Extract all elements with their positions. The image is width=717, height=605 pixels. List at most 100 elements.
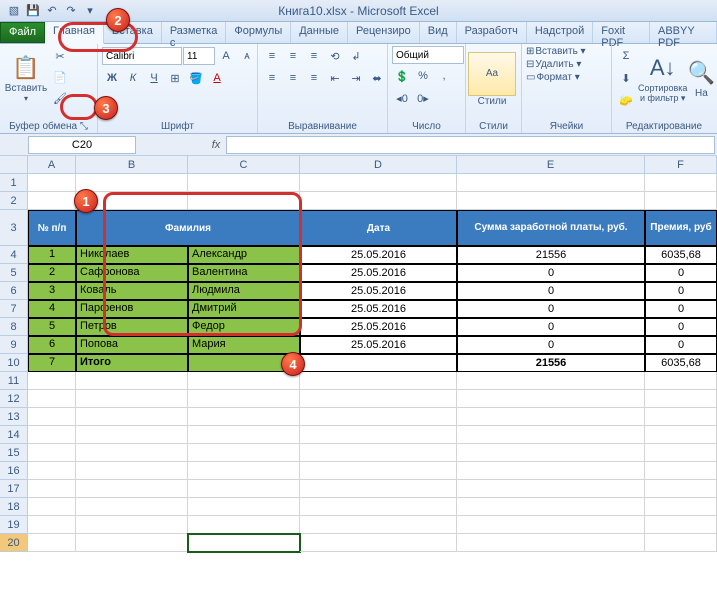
decrease-decimal-button[interactable]: 0▸ xyxy=(413,88,433,108)
cell-blank[interactable] xyxy=(300,534,457,552)
cell-blank[interactable] xyxy=(457,372,645,390)
cell-blank[interactable] xyxy=(188,426,300,444)
find-button[interactable]: 🔍На xyxy=(689,46,713,112)
total-sum[interactable]: 21556 xyxy=(457,354,645,372)
cell-prem[interactable]: 0 xyxy=(645,336,717,354)
cell-prem[interactable]: 0 xyxy=(645,264,717,282)
row-header-1[interactable]: 1 xyxy=(0,174,28,192)
cell-blank[interactable] xyxy=(28,534,76,552)
select-all-corner[interactable] xyxy=(0,156,28,174)
cell-blank[interactable] xyxy=(645,426,717,444)
cell-fam[interactable]: Коваль xyxy=(76,282,188,300)
cell-blank[interactable] xyxy=(645,372,717,390)
cell-blank[interactable] xyxy=(645,480,717,498)
tab-formulas[interactable]: Формулы xyxy=(226,22,291,43)
cell-blank[interactable] xyxy=(457,462,645,480)
row-header-13[interactable]: 13 xyxy=(0,408,28,426)
sort-filter-button[interactable]: A↓Сортировка и фильтр ▾ xyxy=(638,46,687,112)
cell-blank[interactable] xyxy=(645,444,717,462)
autosum-button[interactable]: Σ xyxy=(616,46,636,66)
cell-name[interactable]: Александр xyxy=(188,246,300,264)
tab-page-layout[interactable]: Разметка с xyxy=(162,22,227,43)
cell-num[interactable]: 1 xyxy=(28,246,76,264)
row-header-14[interactable]: 14 xyxy=(0,426,28,444)
delete-cells-button[interactable]: ⊟ Удалить ▾ xyxy=(526,59,586,70)
cell-fam[interactable]: Попова xyxy=(76,336,188,354)
cell-fam[interactable]: Парфенов xyxy=(76,300,188,318)
cell-blank[interactable] xyxy=(76,444,188,462)
cell-date[interactable]: 25.05.2016 xyxy=(300,336,457,354)
cell-blank[interactable] xyxy=(188,408,300,426)
cell-prem[interactable]: 0 xyxy=(645,318,717,336)
cell-blank[interactable] xyxy=(457,480,645,498)
formula-bar[interactable] xyxy=(226,136,715,154)
hdr-num[interactable]: № п/п xyxy=(28,210,76,246)
cell-blank[interactable] xyxy=(300,516,457,534)
col-header-a[interactable]: A xyxy=(28,156,76,174)
total-prem[interactable]: 6035,68 xyxy=(645,354,717,372)
underline-button[interactable]: Ч xyxy=(144,68,164,88)
total-num[interactable]: 7 xyxy=(28,354,76,372)
cell-sum[interactable]: 21556 xyxy=(457,246,645,264)
cell-sum[interactable]: 0 xyxy=(457,300,645,318)
bold-button[interactable]: Ж xyxy=(102,68,122,88)
cell-blank[interactable] xyxy=(76,480,188,498)
tab-foxit[interactable]: Foxit PDF xyxy=(593,22,650,43)
format-cells-button[interactable]: ▭ Формат ▾ xyxy=(526,72,586,83)
cell-blank[interactable] xyxy=(188,444,300,462)
cell-num[interactable]: 2 xyxy=(28,264,76,282)
row-header-4[interactable]: 4 xyxy=(0,246,28,264)
cell-blank[interactable] xyxy=(457,390,645,408)
col-header-d[interactable]: D xyxy=(300,156,457,174)
increase-decimal-button[interactable]: ◂0 xyxy=(392,88,412,108)
row-header-5[interactable]: 5 xyxy=(0,264,28,282)
cell-name[interactable]: Валентина xyxy=(188,264,300,282)
border-button[interactable]: ⊞ xyxy=(165,68,185,88)
cell-blank[interactable] xyxy=(28,408,76,426)
cell-fam[interactable]: Николаев xyxy=(76,246,188,264)
cells-area[interactable]: № п/п Фамилия Дата Сумма заработной плат… xyxy=(28,174,717,552)
cell-blank[interactable] xyxy=(457,516,645,534)
cell-num[interactable]: 5 xyxy=(28,318,76,336)
align-bottom-button[interactable]: ≡ xyxy=(304,46,324,66)
cell-blank[interactable] xyxy=(300,372,457,390)
styles-button[interactable]: AaСтили xyxy=(470,46,514,112)
cell-blank[interactable] xyxy=(300,408,457,426)
increase-indent-button[interactable]: ⇥ xyxy=(346,68,366,88)
worksheet[interactable]: A B C D E F 1234567891011121314151617181… xyxy=(0,156,717,605)
cell-date[interactable]: 25.05.2016 xyxy=(300,300,457,318)
cell-blank[interactable] xyxy=(28,390,76,408)
cell-fam[interactable]: Петров xyxy=(76,318,188,336)
total-fam[interactable]: Итого xyxy=(76,354,188,372)
cell-blank[interactable] xyxy=(300,480,457,498)
cell-blank[interactable] xyxy=(188,390,300,408)
align-center-button[interactable]: ≡ xyxy=(283,68,303,88)
save-icon[interactable]: 💾 xyxy=(25,3,41,19)
row-header-16[interactable]: 16 xyxy=(0,462,28,480)
hdr-sum[interactable]: Сумма заработной платы, руб. xyxy=(457,210,645,246)
hdr-fam[interactable]: Фамилия xyxy=(76,210,300,246)
tab-view[interactable]: Вид xyxy=(420,22,457,43)
format-painter-button[interactable]: 🖌 xyxy=(50,88,70,108)
clear-button[interactable]: 🧽 xyxy=(616,90,636,110)
cell-blank[interactable] xyxy=(76,498,188,516)
cell-prem[interactable]: 0 xyxy=(645,300,717,318)
tab-developer[interactable]: Разработч xyxy=(457,22,527,43)
name-box[interactable] xyxy=(28,136,136,154)
cell-sum[interactable]: 0 xyxy=(457,318,645,336)
font-color-button[interactable]: A xyxy=(207,68,227,88)
cell-date[interactable]: 25.05.2016 xyxy=(300,246,457,264)
cell-blank[interactable] xyxy=(76,390,188,408)
cell-blank[interactable] xyxy=(28,444,76,462)
cell-blank[interactable] xyxy=(188,498,300,516)
row-header-10[interactable]: 10 xyxy=(0,354,28,372)
orientation-button[interactable]: ⟲ xyxy=(325,46,345,66)
cell-blank[interactable] xyxy=(645,408,717,426)
cell-num[interactable]: 4 xyxy=(28,300,76,318)
merge-button[interactable]: ⬌ xyxy=(367,68,387,88)
cell-blank[interactable] xyxy=(188,480,300,498)
row-header-9[interactable]: 9 xyxy=(0,336,28,354)
cut-button[interactable]: ✂ xyxy=(50,46,70,66)
row-header-8[interactable]: 8 xyxy=(0,318,28,336)
cell-blank[interactable] xyxy=(300,426,457,444)
